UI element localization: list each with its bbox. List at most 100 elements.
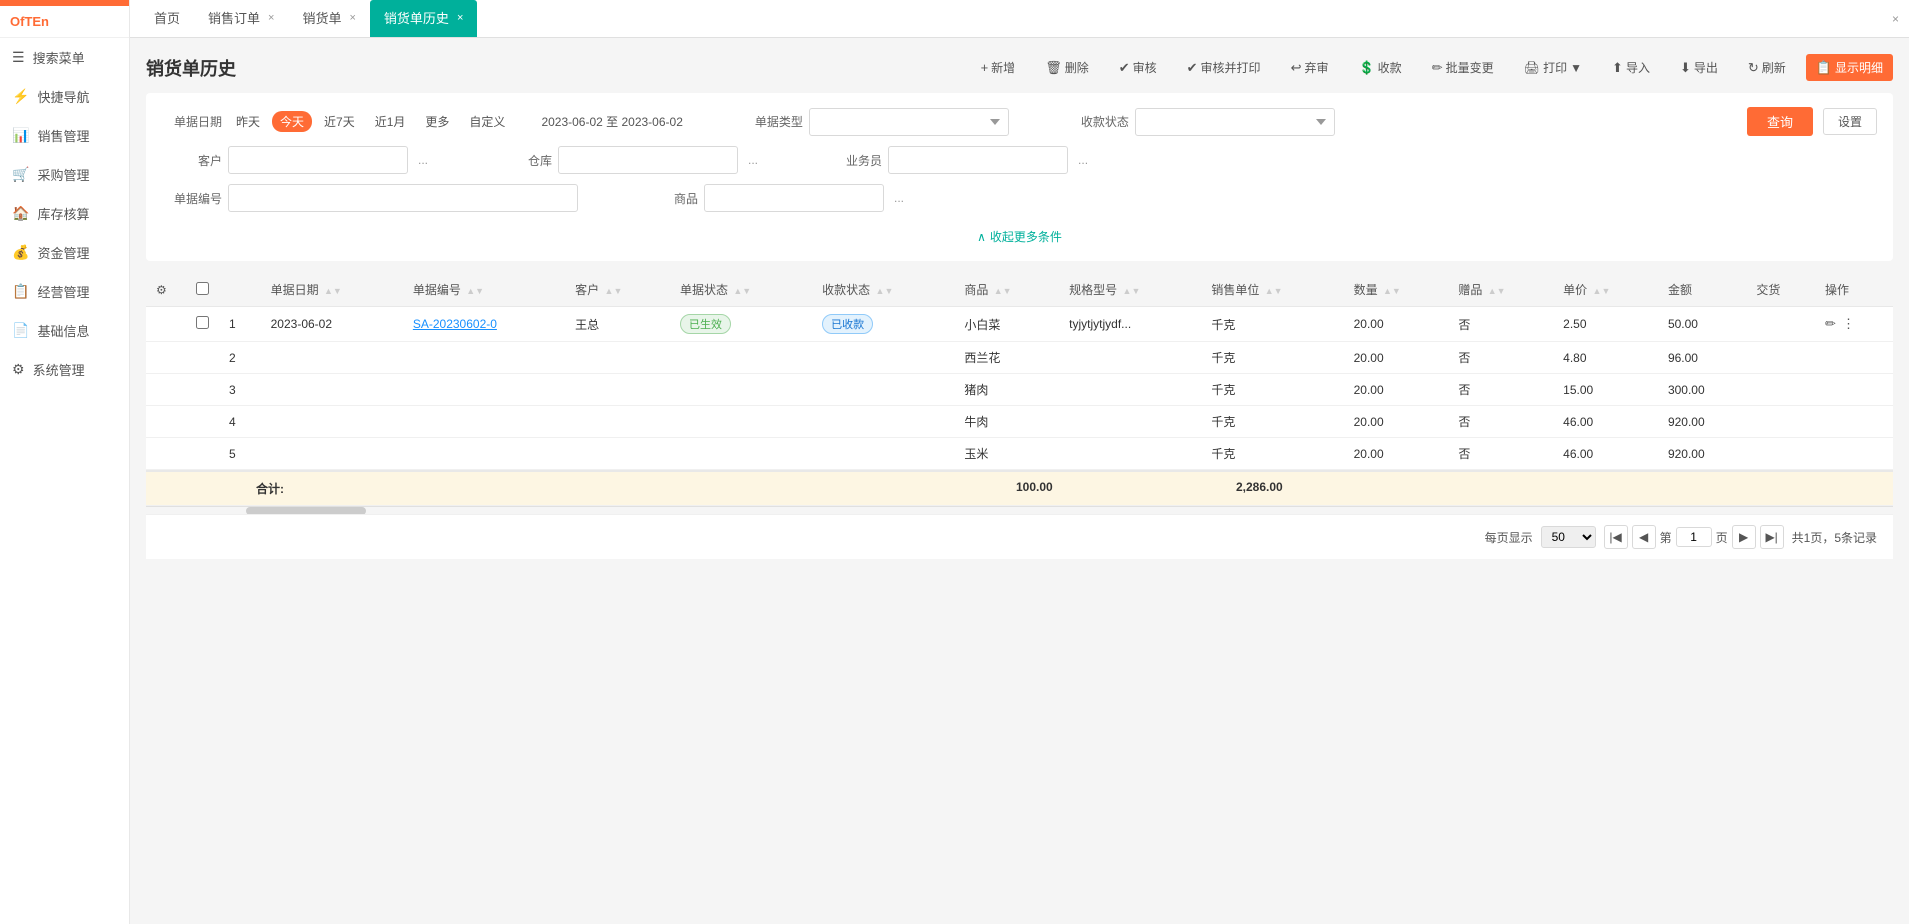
settings-cell <box>146 342 186 374</box>
customer-cell <box>565 342 670 374</box>
goods-th[interactable]: 商品 ▲▼ <box>954 273 1059 307</box>
close-sales-goods-icon[interactable]: × <box>349 12 355 24</box>
checkbox-cell <box>186 307 219 342</box>
prev-page-button[interactable]: ◀ <box>1632 525 1656 549</box>
goods-cell: 猪肉 <box>954 374 1059 406</box>
collect-button[interactable]: 💲 收款 <box>1348 54 1411 81</box>
spec-model-cell <box>1059 438 1201 470</box>
close-sales-history-icon[interactable]: × <box>457 12 463 24</box>
customer-th[interactable]: 客户 ▲▼ <box>565 273 670 307</box>
tab-home[interactable]: 首页 <box>140 0 194 37</box>
row-checkbox[interactable] <box>196 316 209 329</box>
sidebar-item-sys-mgmt[interactable]: ⚙ 系统管理 <box>0 350 129 389</box>
goods-ellipsis[interactable]: ... <box>890 191 908 205</box>
footer-transaction-cell <box>1326 472 1386 505</box>
sales-unit-th[interactable]: 销售单位 ▲▼ <box>1201 273 1343 307</box>
doc-no-th[interactable]: 单据编号 ▲▼ <box>403 273 565 307</box>
doc-status-cell <box>670 374 812 406</box>
per-page-select[interactable]: 50 100 200 <box>1541 526 1596 548</box>
import-icon: ⬆ <box>1612 60 1623 76</box>
filter-salesperson: 业务员 ... <box>822 146 1092 174</box>
customer-ellipsis[interactable]: ... <box>414 153 432 167</box>
date-tag-1month[interactable]: 近1月 <box>367 111 414 132</box>
quantity-th[interactable]: 数量 ▲▼ <box>1344 273 1449 307</box>
more-action-btn[interactable]: ⋮ <box>1842 316 1855 332</box>
tab-sales-history[interactable]: 销货单历史 × <box>370 0 477 37</box>
print-icon: 🖨 <box>1524 60 1541 76</box>
payment-status-cell <box>812 406 954 438</box>
doc-date-th[interactable]: 单据日期 ▲▼ <box>261 273 403 307</box>
audit-button[interactable]: ✔ 审核 <box>1109 54 1167 81</box>
sidebar-item-quick-nav[interactable]: ⚡ 快捷导航 <box>0 77 129 116</box>
horizontal-scrollbar[interactable] <box>146 506 1893 514</box>
row-num-th <box>219 273 261 307</box>
settings-th[interactable]: ⚙ <box>146 273 186 307</box>
warehouse-input[interactable] <box>558 146 738 174</box>
table-row: 2 西兰花 千克 20.00 否 4.80 96.00 <box>146 342 1893 374</box>
gift-th[interactable]: 赠品 ▲▼ <box>1448 273 1553 307</box>
date-tag-7days[interactable]: 近7天 <box>316 111 363 132</box>
refresh-button[interactable]: ↻ 刷新 <box>1738 54 1796 81</box>
new-button[interactable]: + 新增 <box>971 54 1026 81</box>
payment-status-th[interactable]: 收款状态 ▲▼ <box>812 273 954 307</box>
first-page-button[interactable]: |◀ <box>1604 525 1628 549</box>
sidebar-item-fund-mgmt[interactable]: 💰 资金管理 <box>0 233 129 272</box>
edit-action-btn[interactable]: ✏ <box>1825 316 1836 332</box>
sidebar-item-basic-info[interactable]: 📄 基础信息 <box>0 311 129 350</box>
gift-cell: 否 <box>1448 342 1553 374</box>
salesperson-ellipsis[interactable]: ... <box>1074 153 1092 167</box>
customer-input[interactable] <box>228 146 408 174</box>
tab-sales-order[interactable]: 销售订单 × <box>194 0 288 37</box>
import-button[interactable]: ⬆ 导入 <box>1602 54 1660 81</box>
audit-print-button[interactable]: ✔ 审核并打印 <box>1177 54 1271 81</box>
last-page-button[interactable]: ▶| <box>1760 525 1784 549</box>
footer-specmodel-cell <box>806 472 926 505</box>
sidebar-item-purchase-mgmt[interactable]: 🛒 采购管理 <box>0 155 129 194</box>
scrollbar-thumb[interactable] <box>246 507 366 514</box>
sidebar-item-search-menu[interactable]: ☰ 搜索菜单 <box>0 38 129 77</box>
export-button[interactable]: ⬇ 导出 <box>1670 54 1728 81</box>
sidebar-item-label: 基础信息 <box>37 321 89 340</box>
sidebar-item-operation-mgmt[interactable]: 📋 经营管理 <box>0 272 129 311</box>
abandon-icon: ↩ <box>1291 60 1302 76</box>
next-page-button[interactable]: ▶ <box>1732 525 1756 549</box>
salesperson-input[interactable] <box>888 146 1068 174</box>
doc-status-th[interactable]: 单据状态 ▲▼ <box>670 273 812 307</box>
warehouse-ellipsis[interactable]: ... <box>744 153 762 167</box>
basic-info-icon: 📄 <box>12 322 29 339</box>
doc-status-cell <box>670 406 812 438</box>
quantity-cell: 20.00 <box>1344 374 1449 406</box>
close-sales-order-icon[interactable]: × <box>268 12 274 24</box>
query-button[interactable]: 查询 <box>1747 107 1813 136</box>
quantity-cell: 20.00 <box>1344 307 1449 342</box>
select-all-checkbox[interactable] <box>196 282 209 295</box>
doc-no-input[interactable] <box>228 184 578 212</box>
sidebar-item-inventory[interactable]: 🏠 库存核算 <box>0 194 129 233</box>
tabs-close-all[interactable]: × <box>1892 12 1899 26</box>
sort-unit-price-icon: ▲▼ <box>1593 287 1611 296</box>
goods-input[interactable] <box>704 184 884 212</box>
doc-type-select[interactable] <box>809 108 1009 136</box>
date-tag-today[interactable]: 今天 <box>272 111 312 132</box>
doc-no-link[interactable]: SA-20230602-0 <box>413 317 497 331</box>
tab-sales-goods[interactable]: 销货单 × <box>288 0 369 37</box>
set-button[interactable]: 设置 <box>1823 108 1877 135</box>
abandon-button[interactable]: ↩ 弃审 <box>1281 54 1339 81</box>
page-input[interactable] <box>1676 527 1712 547</box>
doc-no-cell: SA-20230602-0 <box>403 307 565 342</box>
date-tag-more[interactable]: 更多 <box>417 111 457 132</box>
print-button[interactable]: 🖨 打印 ▼ <box>1514 54 1592 81</box>
spec-model-th[interactable]: 规格型号 ▲▼ <box>1059 273 1201 307</box>
delete-button[interactable]: 🗑 删除 <box>1035 54 1099 81</box>
date-label: 单据日期 <box>162 113 222 130</box>
show-detail-button[interactable]: 📋 显示明细 <box>1806 54 1893 81</box>
date-tag-yesterday[interactable]: 昨天 <box>228 111 268 132</box>
show-detail-icon: 📋 <box>1816 60 1832 76</box>
sidebar-item-sales-mgmt[interactable]: 📊 销售管理 <box>0 116 129 155</box>
unit-price-th[interactable]: 单价 ▲▼ <box>1553 273 1658 307</box>
payment-status-select[interactable] <box>1135 108 1335 136</box>
date-tag-custom[interactable]: 自定义 <box>461 111 513 132</box>
batch-change-button[interactable]: ✏ 批量变更 <box>1422 54 1504 81</box>
actions-cell <box>1815 406 1893 438</box>
more-conditions-toggle[interactable]: ∧ 收起更多条件 <box>162 222 1877 247</box>
